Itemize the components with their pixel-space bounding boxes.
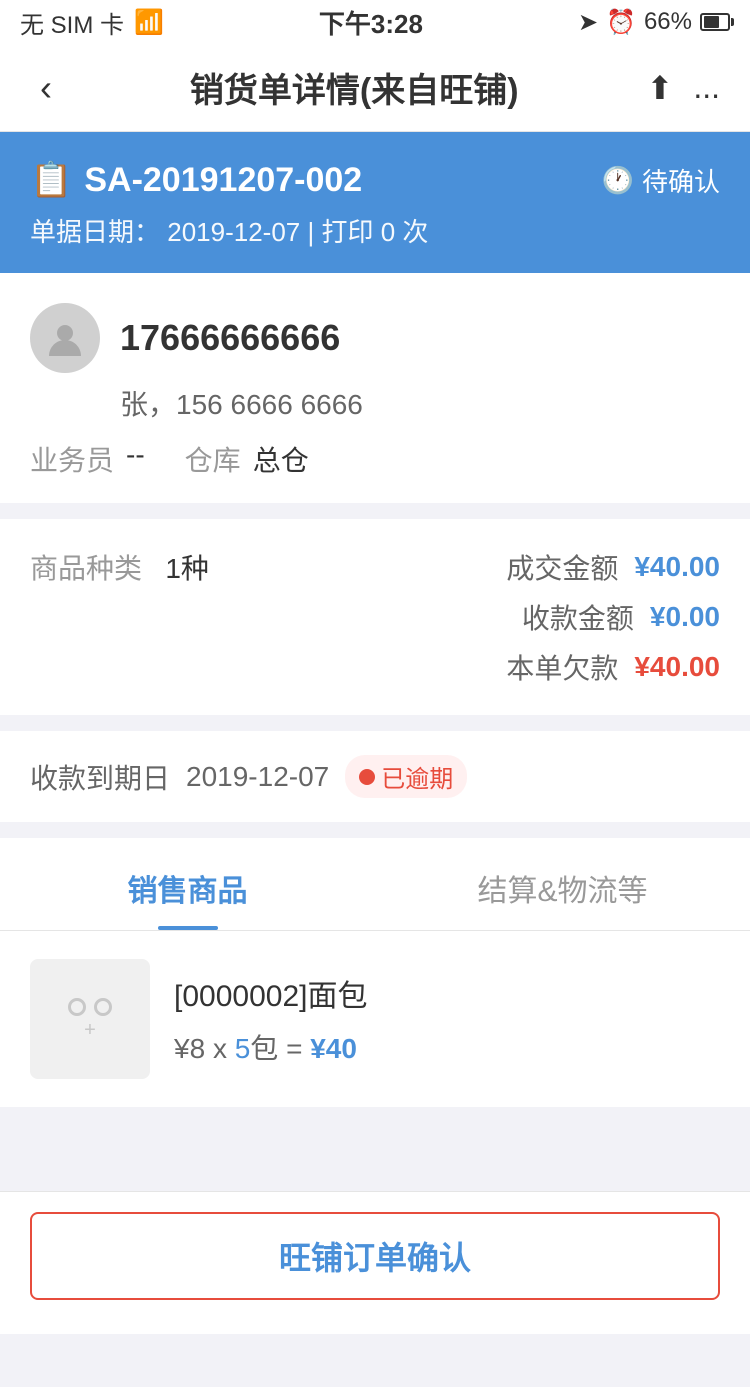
product-price: ¥8 x 5包 = ¥40 <box>174 1027 720 1067</box>
transaction-amount: ¥40.00 <box>634 551 720 583</box>
due-section: 收款到期日 2019-12-07 已逾期 <box>0 731 750 822</box>
product-thumbnail: + <box>30 959 150 1079</box>
transaction-label: 成交金额 <box>506 547 618 587</box>
equals-sign: = <box>286 1033 310 1064</box>
due-label: 收款到期日 <box>30 757 170 797</box>
product-code: [0000002] <box>174 980 307 1013</box>
print-text: 打印 0 次 <box>321 217 428 247</box>
product-info: [0000002]面包 ¥8 x 5包 = ¥40 <box>174 971 720 1067</box>
bottom-bar: 旺铺订单确认 <box>0 1191 750 1334</box>
customer-phone: 17666666666 <box>120 317 340 359</box>
sales-label: 业务员 <box>30 439 114 479</box>
alarm-icon: ⏰ <box>606 8 636 37</box>
customer-meta: 业务员 -- 仓库 总仓 <box>30 439 720 479</box>
overdue-text: 已逾期 <box>381 759 453 794</box>
date-separator: | <box>307 217 321 247</box>
category-value: 1种 <box>165 553 209 584</box>
owed-amount: ¥40.00 <box>634 651 720 683</box>
status-bar-time: 下午3:28 <box>319 4 423 41</box>
customer-section: 17666666666 张，156 6666 6666 业务员 -- 仓库 总仓 <box>0 273 750 503</box>
total-price: ¥40 <box>310 1033 357 1064</box>
multiply-sign: x <box>213 1033 235 1064</box>
owl-eye-right <box>94 998 112 1016</box>
receipt-amount: ¥0.00 <box>650 601 720 633</box>
status-bar-left: 无 SIM 卡 📶 <box>20 5 164 40</box>
product-section: + [0000002]面包 ¥8 x 5包 = ¥40 <box>0 931 750 1107</box>
receipt-row: 收款金额 ¥0.00 <box>506 597 720 637</box>
order-id-row: 📋 SA-20191207-002 🕐 待确认 <box>30 160 720 200</box>
battery-icon <box>700 13 730 31</box>
battery-text: 66% <box>644 8 692 36</box>
status-bar-right: ➤ ⏰ 66% <box>578 8 730 37</box>
warehouse-meta: 仓库 总仓 <box>185 439 309 479</box>
clock-icon: 🕐 <box>602 165 634 196</box>
order-status: 🕐 待确认 <box>602 162 720 199</box>
tab-sales[interactable]: 销售商品 <box>0 838 375 930</box>
due-date: 2019-12-07 <box>186 761 329 793</box>
receipt-label: 收款金额 <box>522 597 634 637</box>
warehouse-label: 仓库 <box>185 439 241 479</box>
wifi-icon: 📶 <box>134 8 164 37</box>
back-button[interactable]: ‹ <box>30 57 62 119</box>
date-label: 单据日期： <box>30 217 160 247</box>
owl-logo: + <box>30 959 150 1079</box>
transaction-row: 成交金额 ¥40.00 <box>506 547 720 587</box>
order-id-text: SA-20191207-002 <box>84 161 362 200</box>
status-bar: 无 SIM 卡 📶 下午3:28 ➤ ⏰ 66% <box>0 0 750 44</box>
unit: 包 <box>250 1033 278 1064</box>
summary-right: 成交金额 ¥40.00 收款金额 ¥0.00 本单欠款 ¥40.00 <box>506 547 720 687</box>
product-row: + [0000002]面包 ¥8 x 5包 = ¥40 <box>30 959 720 1079</box>
price-unit: ¥8 <box>174 1033 205 1064</box>
summary-section: 商品种类 1种 成交金额 ¥40.00 收款金额 ¥0.00 本单欠款 ¥40.… <box>0 519 750 715</box>
confirm-button[interactable]: 旺铺订单确认 <box>30 1212 720 1300</box>
quantity: 5 <box>235 1033 251 1064</box>
owed-label: 本单欠款 <box>506 647 618 687</box>
battery-fill <box>704 16 719 28</box>
customer-avatar <box>30 303 100 373</box>
category-label: 商品种类 <box>30 553 142 584</box>
owed-row: 本单欠款 ¥40.00 <box>506 647 720 687</box>
summary-left: 商品种类 1种 <box>30 547 209 587</box>
nav-bar: ‹ 销货单详情(来自旺铺) ⬆ ... <box>0 44 750 132</box>
order-date-row: 单据日期： 2019-12-07 | 打印 0 次 <box>30 212 720 249</box>
tab-settlement[interactable]: 结算&物流等 <box>375 838 750 930</box>
product-name: [0000002]面包 <box>174 971 720 1015</box>
location-icon: ➤ <box>578 8 598 37</box>
owl-eye-left <box>68 998 86 1016</box>
status-text: 待确认 <box>642 162 720 199</box>
overdue-dot <box>359 769 375 785</box>
more-button[interactable]: ... <box>693 69 720 106</box>
tabs-section: 销售商品 结算&物流等 <box>0 838 750 931</box>
order-header-card: 📋 SA-20191207-002 🕐 待确认 单据日期： 2019-12-07… <box>0 132 750 273</box>
order-id: 📋 SA-20191207-002 <box>30 160 362 200</box>
tab-settlement-label: 结算&物流等 <box>477 875 647 908</box>
order-icon: 📋 <box>30 160 72 200</box>
product-name-text: 面包 <box>307 980 367 1013</box>
warehouse-value: 总仓 <box>253 439 309 479</box>
page-title: 销货单详情(来自旺铺) <box>190 63 519 112</box>
owl-plus: + <box>84 1020 96 1040</box>
nav-actions: ⬆ ... <box>647 69 720 107</box>
order-date: 2019-12-07 <box>167 217 300 247</box>
customer-row: 17666666666 <box>30 303 720 373</box>
sales-value: -- <box>126 439 145 479</box>
carrier-text: 无 SIM 卡 <box>20 5 124 40</box>
owl-eyes <box>68 998 112 1016</box>
share-button[interactable]: ⬆ <box>647 69 674 107</box>
sales-meta: 业务员 -- <box>30 439 145 479</box>
customer-name: 张，156 6666 6666 <box>120 383 720 423</box>
tab-sales-label: 销售商品 <box>128 875 248 908</box>
tabs-row: 销售商品 结算&物流等 <box>0 838 750 931</box>
overdue-badge: 已逾期 <box>345 755 467 798</box>
